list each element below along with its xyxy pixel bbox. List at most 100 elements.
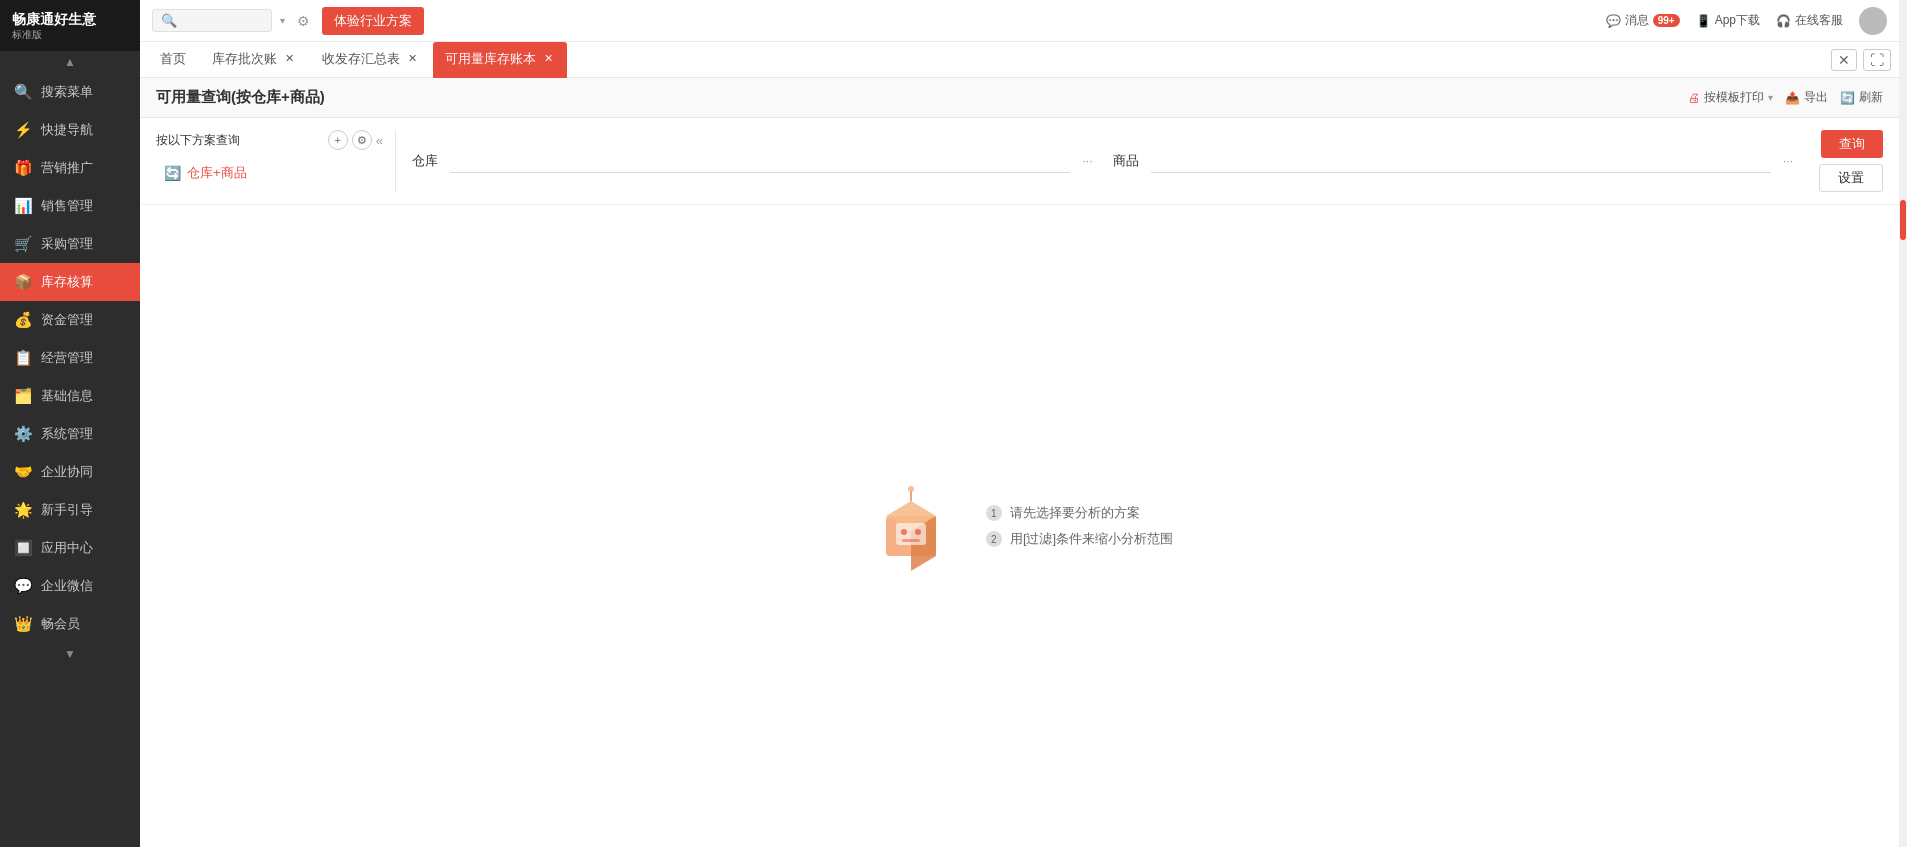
- sidebar-icon-finance: 💰: [14, 311, 33, 329]
- message-label: 消息: [1625, 12, 1649, 29]
- industry-btn[interactable]: 体验行业方案: [322, 7, 424, 35]
- scheme-icon-warehouse_product: 🔄: [164, 165, 181, 181]
- empty-message-1: 1 请先选择要分析的方案: [986, 504, 1173, 522]
- product-label: 商品: [1113, 152, 1143, 170]
- sidebar-icon-marketing: 🎁: [14, 159, 33, 177]
- export-label: 导出: [1804, 89, 1828, 106]
- logo-tag: 标准版: [12, 28, 128, 41]
- page-title: 可用量查询(按仓库+商品): [156, 88, 325, 107]
- sidebar-label-operations: 经营管理: [41, 349, 93, 367]
- sidebar-label-inventory: 库存核算: [41, 273, 93, 291]
- sidebar-icon-basic: 🗂️: [14, 387, 33, 405]
- msg-text-2: 用[过滤]条件来缩小分析范围: [1010, 530, 1173, 548]
- tab-available[interactable]: 可用量库存账本 ✕: [433, 42, 567, 78]
- print-label: 按模板打印: [1704, 89, 1764, 106]
- search-input[interactable]: [181, 14, 261, 28]
- export-action[interactable]: 📤 导出: [1785, 89, 1828, 106]
- settings-btn[interactable]: 设置: [1819, 164, 1883, 192]
- sidebar-item-enterprise[interactable]: 🤝企业协同: [0, 453, 140, 491]
- warehouse-field: 仓库 ···: [412, 149, 1097, 173]
- sidebar-scroll-down[interactable]: ▼: [0, 643, 140, 665]
- msg-num-2: 2: [986, 531, 1002, 547]
- scheme-items: 🔄仓库+商品: [156, 158, 383, 188]
- sidebar-icon-system: ⚙️: [14, 425, 33, 443]
- topbar-gear-icon[interactable]: ⚙: [297, 13, 310, 29]
- tab-close-available[interactable]: ✕: [542, 53, 555, 64]
- sidebar-item-purchase[interactable]: 🛒采购管理: [0, 225, 140, 263]
- topbar-chevron-icon[interactable]: ▾: [280, 15, 285, 26]
- product-input[interactable]: [1151, 149, 1771, 173]
- svg-point-4: [901, 529, 907, 535]
- svg-point-5: [915, 529, 921, 535]
- online-service-label: 在线客服: [1795, 12, 1843, 29]
- sidebar-icon-shortcut: ⚡: [14, 121, 33, 139]
- message-badge: 99+: [1653, 14, 1680, 27]
- settings-scheme-btn[interactable]: ⚙: [352, 130, 372, 150]
- refresh-label: 刷新: [1859, 89, 1883, 106]
- sidebar-icon-sales: 📊: [14, 197, 33, 215]
- sidebar-item-system[interactable]: ⚙️系统管理: [0, 415, 140, 453]
- tab-label-available: 可用量库存账本: [445, 50, 536, 68]
- app-download-action[interactable]: 📱 App下载: [1696, 12, 1760, 29]
- sidebar-icon-appcenter: 🔲: [14, 539, 33, 557]
- print-action[interactable]: 🖨 按模板打印 ▾: [1688, 89, 1773, 106]
- avatar[interactable]: [1859, 7, 1887, 35]
- export-icon: 📤: [1785, 91, 1800, 105]
- tab-batch[interactable]: 库存批次账✕: [200, 42, 308, 78]
- app-download-label: App下载: [1715, 12, 1760, 29]
- empty-illustration: [866, 481, 956, 571]
- sidebar-item-finance[interactable]: 💰 资金管理: [0, 301, 140, 339]
- topbar-search-box[interactable]: 🔍: [152, 9, 272, 32]
- tab-summary[interactable]: 收发存汇总表✕: [310, 42, 431, 78]
- expand-tab-btn[interactable]: ⛶: [1863, 49, 1891, 71]
- collapse-icon[interactable]: «: [376, 133, 383, 148]
- online-service-action[interactable]: 🎧 在线客服: [1776, 12, 1843, 29]
- product-more-icon[interactable]: ···: [1779, 154, 1797, 168]
- sidebar-item-shortcut[interactable]: ⚡快捷导航: [0, 111, 140, 149]
- svg-rect-6: [902, 539, 920, 542]
- sidebar-item-sales[interactable]: 📊销售管理: [0, 187, 140, 225]
- page-header-actions: 🖨 按模板打印 ▾ 📤 导出 🔄 刷新: [1688, 89, 1883, 106]
- product-field: 商品 ···: [1113, 149, 1798, 173]
- sidebar-logo: 畅康通好生意 标准版: [0, 0, 140, 51]
- refresh-action[interactable]: 🔄 刷新: [1840, 89, 1883, 106]
- sidebar-item-appcenter[interactable]: 🔲 应用中心: [0, 529, 140, 567]
- sidebar-label-enterprise: 企业协同: [41, 463, 93, 481]
- sidebar-item-marketing[interactable]: 🎁营销推广: [0, 149, 140, 187]
- sidebar-label-appcenter: 应用中心: [41, 539, 93, 557]
- sidebar-scroll-up[interactable]: ▲: [0, 51, 140, 73]
- sidebar-label-search: 搜索菜单: [41, 83, 93, 101]
- main-area: 🔍 ▾ ⚙ 体验行业方案 💬 消息 99+ 📱 App下载 🎧 在线客服 首: [140, 0, 1899, 847]
- query-btn[interactable]: 查询: [1821, 130, 1883, 158]
- empty-messages: 1 请先选择要分析的方案 2 用[过滤]条件来缩小分析范围: [986, 504, 1173, 548]
- right-scrollbar[interactable]: [1899, 0, 1907, 847]
- close-tab-btn[interactable]: ✕: [1831, 49, 1857, 71]
- sidebar-item-vip[interactable]: 👑畅会员: [0, 605, 140, 643]
- sidebar-label-finance: 资金管理: [41, 311, 93, 329]
- scheme-item-warehouse_product[interactable]: 🔄仓库+商品: [156, 158, 383, 188]
- tab-home[interactable]: 首页: [148, 42, 198, 78]
- search-icon: 🔍: [161, 13, 177, 28]
- sidebar-label-vip: 畅会员: [41, 615, 80, 633]
- scrollbar-handle[interactable]: [1900, 200, 1906, 240]
- message-action[interactable]: 💬 消息 99+: [1606, 12, 1680, 29]
- tab-close-batch[interactable]: ✕: [283, 53, 296, 64]
- add-scheme-btn[interactable]: +: [328, 130, 348, 150]
- headset-icon: 🎧: [1776, 14, 1791, 28]
- warehouse-input[interactable]: [450, 149, 1070, 173]
- page-header: 可用量查询(按仓库+商品) 🖨 按模板打印 ▾ 📤 导出 🔄 刷新: [140, 78, 1899, 118]
- warehouse-more-icon[interactable]: ···: [1078, 154, 1096, 168]
- warehouse-label: 仓库: [412, 152, 442, 170]
- sidebar-item-inventory[interactable]: 📦库存核算: [0, 263, 140, 301]
- sidebar-item-basic[interactable]: 🗂️ 基础信息: [0, 377, 140, 415]
- tab-label-home: 首页: [160, 50, 186, 68]
- print-chevron-icon: ▾: [1768, 92, 1773, 103]
- sidebar-item-operations[interactable]: 📋经营管理: [0, 339, 140, 377]
- sidebar-item-search[interactable]: 🔍搜索菜单: [0, 73, 140, 111]
- printer-icon: 🖨: [1688, 91, 1700, 105]
- tab-close-summary[interactable]: ✕: [406, 53, 419, 64]
- query-sidebar-actions: + ⚙ «: [328, 130, 383, 150]
- sidebar-label-basic: 基础信息: [41, 387, 93, 405]
- sidebar-item-newuser[interactable]: 🌟新手引导: [0, 491, 140, 529]
- sidebar-item-wechat[interactable]: 💬企业微信: [0, 567, 140, 605]
